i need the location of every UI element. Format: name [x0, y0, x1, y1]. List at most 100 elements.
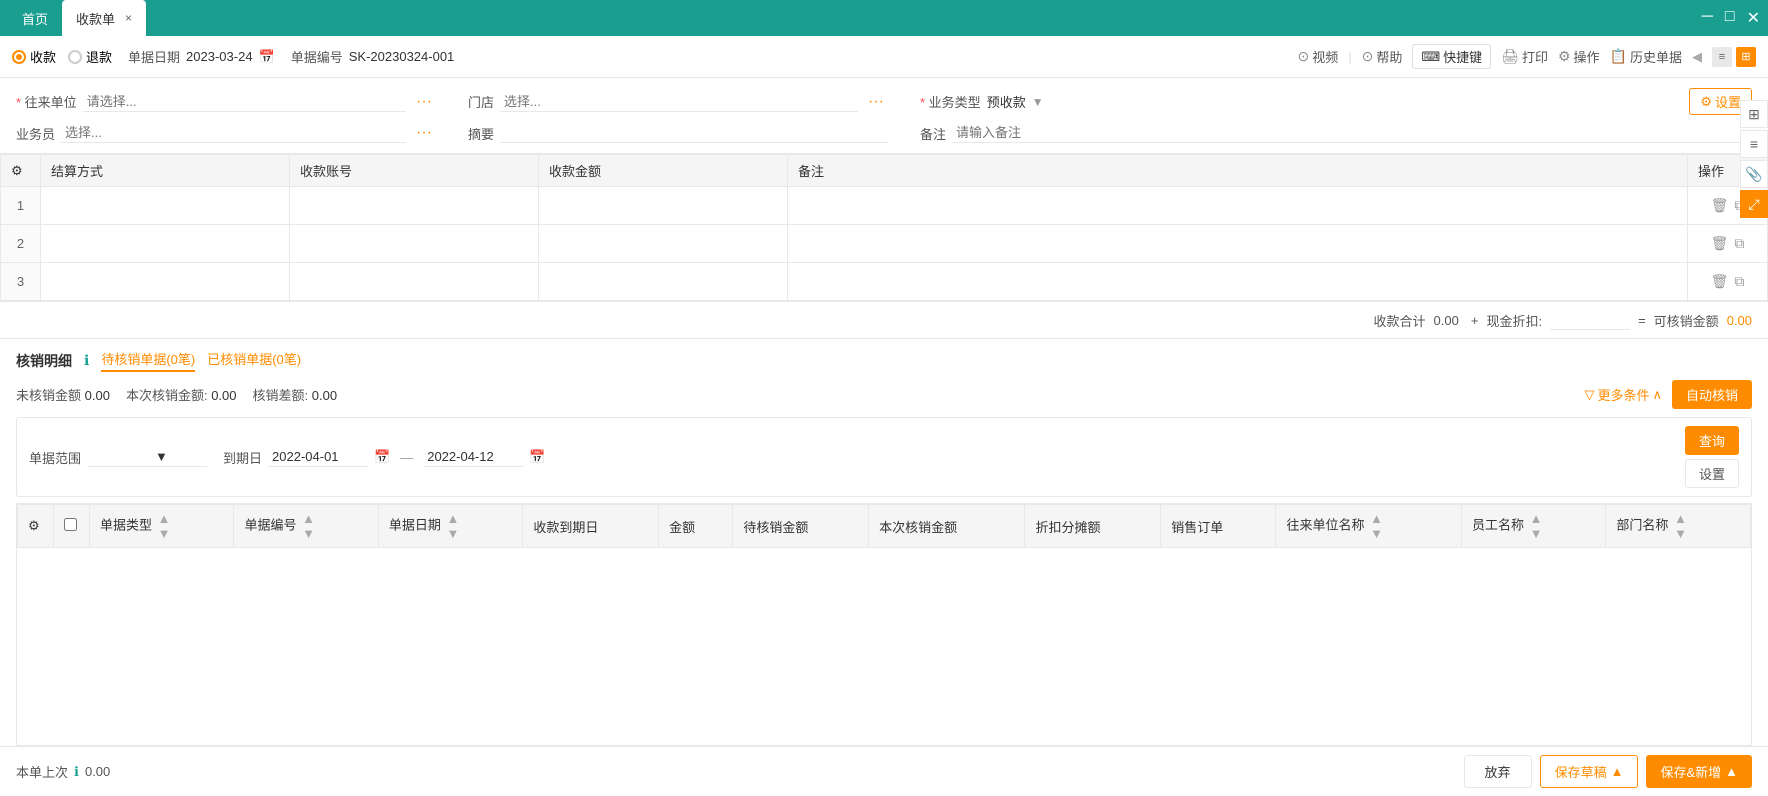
help-label: 帮助	[1376, 47, 1402, 66]
cal-start-icon[interactable]: 📅	[374, 449, 390, 465]
range-field: 单据范围 ▼	[29, 447, 207, 467]
more-conditions-btn[interactable]: ▽ 更多条件 ∧	[1584, 385, 1662, 404]
sidebar-table-icon[interactable]: ⊞	[1740, 100, 1768, 128]
auto-nuclear-btn[interactable]: 自动核销	[1672, 380, 1752, 409]
remark-cell[interactable]	[788, 225, 1688, 263]
remark-field: 备注	[920, 123, 1752, 143]
window-close-icon[interactable]: ✕	[1747, 8, 1760, 28]
this-time-stat: 本次核销金额: 0.00	[126, 385, 237, 404]
bottom-table: ⚙ 单据类型 ▲▼ 单据编号 ▲▼	[17, 504, 1751, 548]
copy-row-icon[interactable]: ⧉	[1734, 235, 1744, 252]
row-num: 3	[1, 263, 41, 301]
query-btn[interactable]: 查询	[1685, 426, 1739, 455]
account-cell[interactable]	[290, 263, 539, 301]
sidebar-list-icon[interactable]: ≡	[1740, 130, 1768, 158]
bt-col-amount: 金额	[659, 505, 733, 548]
account-cell[interactable]	[290, 187, 539, 225]
print-label: 打印	[1522, 47, 1548, 66]
amount-cell[interactable]	[539, 263, 788, 301]
store-input[interactable]	[500, 92, 858, 112]
delete-row-icon[interactable]: 🗑	[1711, 235, 1729, 252]
nuclear-filter-actions: ▽ 更多条件 ∧ 自动核销	[1584, 380, 1752, 409]
window-min-icon[interactable]: ─	[1702, 8, 1713, 28]
help-action[interactable]: ⊙ 帮助	[1362, 47, 1403, 66]
counterpart-more-btn[interactable]: ···	[412, 93, 436, 111]
save-new-chevron-icon: ▲	[1725, 764, 1738, 779]
form-row-2: 业务员 ··· 摘要 备注	[16, 123, 1752, 143]
number-field: 单据编号 SK-20230324-001	[291, 47, 455, 66]
video-action[interactable]: ⊙ 视频	[1298, 47, 1339, 66]
nav-prev-icon[interactable]: ◀	[1692, 49, 1702, 65]
draft-btn[interactable]: 保存草稿 ▲	[1540, 755, 1639, 788]
calendar-icon[interactable]: 📅	[259, 49, 275, 65]
nuclear-tab-pending[interactable]: 待核销单据(0笔)	[101, 349, 195, 372]
amount-cell[interactable]	[539, 187, 788, 225]
copy-row-icon[interactable]: ⧉	[1734, 273, 1744, 290]
print-action[interactable]: 🖨 打印	[1501, 47, 1548, 66]
delete-row-icon[interactable]: 🗑	[1711, 273, 1729, 290]
receipt-table: ⚙ 结算方式 收款账号 收款金额 备注 操作	[0, 154, 1768, 301]
radio-refund[interactable]: 退款	[68, 47, 112, 66]
account-cell[interactable]	[290, 225, 539, 263]
nuclear-tab-done[interactable]: 已核销单据(0笔)	[207, 349, 301, 372]
sidebar-attach-icon[interactable]: 📎	[1740, 160, 1768, 188]
col-account-label: 收款账号	[300, 164, 352, 179]
settle-cell[interactable]	[41, 263, 290, 301]
due-end-input[interactable]	[423, 447, 523, 467]
ops-label: 操作	[1574, 47, 1600, 66]
staff-more-btn[interactable]: ···	[412, 124, 436, 142]
layout-grid-icon[interactable]: ⊞	[1736, 47, 1756, 67]
col-amount-label: 收款金额	[549, 164, 601, 179]
bt-col-check[interactable]	[54, 505, 90, 548]
filter-row: 单据范围 ▼ 到期日 📅 — 📅 查询 设置	[16, 417, 1752, 497]
cal-end-icon[interactable]: 📅	[529, 449, 545, 465]
radio-receipt[interactable]: 收款	[12, 47, 56, 66]
staff-input[interactable]	[61, 123, 406, 143]
shortcut-btn[interactable]: ⌨ 快捷键	[1412, 44, 1491, 69]
discount-input[interactable]	[1550, 310, 1630, 330]
counterpart-input[interactable]	[83, 92, 406, 112]
video-icon: ⊙	[1298, 48, 1310, 65]
amount-cell[interactable]	[539, 225, 788, 263]
remark-input[interactable]	[952, 123, 1752, 143]
table-section: ⚙ 结算方式 收款账号 收款金额 备注 操作	[0, 154, 1768, 302]
toolbar-actions: ⊙ 视频 | ⊙ 帮助 ⌨ 快捷键 🖨 打印 ⚙ 操作 📋 历史单据	[1298, 44, 1757, 69]
print-icon: 🖨	[1501, 48, 1519, 65]
window-max-icon[interactable]: □	[1725, 8, 1735, 28]
due-start-input[interactable]	[268, 447, 368, 467]
info-icon-footer[interactable]: ℹ	[74, 764, 79, 780]
history-action[interactable]: 📋 历史单据	[1610, 47, 1682, 66]
save-new-btn[interactable]: 保存&新增 ▲	[1646, 755, 1752, 788]
ops-action[interactable]: ⚙ 操作	[1558, 47, 1600, 66]
remark-cell[interactable]	[788, 187, 1688, 225]
radio-receipt-circle	[12, 50, 26, 64]
delete-row-icon[interactable]: 🗑	[1711, 197, 1729, 214]
bt-col-discount: 折扣分摊额	[1025, 505, 1161, 548]
col-setting-header[interactable]: ⚙	[1, 155, 41, 187]
tab-home[interactable]: 首页	[8, 0, 62, 36]
settle-cell[interactable]	[41, 187, 290, 225]
range-select[interactable]: ▼	[87, 447, 207, 467]
sidebar-expand-icon[interactable]: ⤢	[1740, 190, 1768, 218]
store-more-btn[interactable]: ···	[864, 93, 888, 111]
nuclear-info-icon[interactable]: ℹ	[84, 352, 89, 369]
settle-cell[interactable]	[41, 225, 290, 263]
biz-type-select[interactable]: 预收款 ▼	[987, 92, 1684, 111]
remark-cell[interactable]	[788, 263, 1688, 301]
bt-col-due-date: 收款到期日	[523, 505, 659, 548]
tab-close-icon[interactable]: ×	[125, 11, 132, 25]
receipt-tab-label: 收款单	[76, 9, 115, 28]
bt-col-doc-date: 单据日期 ▲▼	[378, 505, 522, 548]
bt-check-all[interactable]	[64, 518, 77, 531]
abandon-btn[interactable]: 放弃	[1464, 755, 1532, 788]
date-field: 单据日期 2023-03-24 📅	[128, 47, 275, 66]
abstract-input[interactable]	[500, 123, 888, 143]
more-conditions-label: 更多条件	[1597, 385, 1649, 404]
filter-settings-btn[interactable]: 设置	[1685, 459, 1739, 488]
layout-list-icon[interactable]: ≡	[1712, 47, 1732, 67]
history-icon: 📋	[1610, 48, 1627, 65]
bt-col-setting[interactable]: ⚙	[18, 505, 54, 548]
available-label: 可核销金额	[1654, 311, 1719, 330]
summary-row: 收款合计 0.00 + 现金折扣: = 可核销金额 0.00	[0, 302, 1768, 339]
tab-receipt[interactable]: 收款单 ×	[62, 0, 146, 36]
